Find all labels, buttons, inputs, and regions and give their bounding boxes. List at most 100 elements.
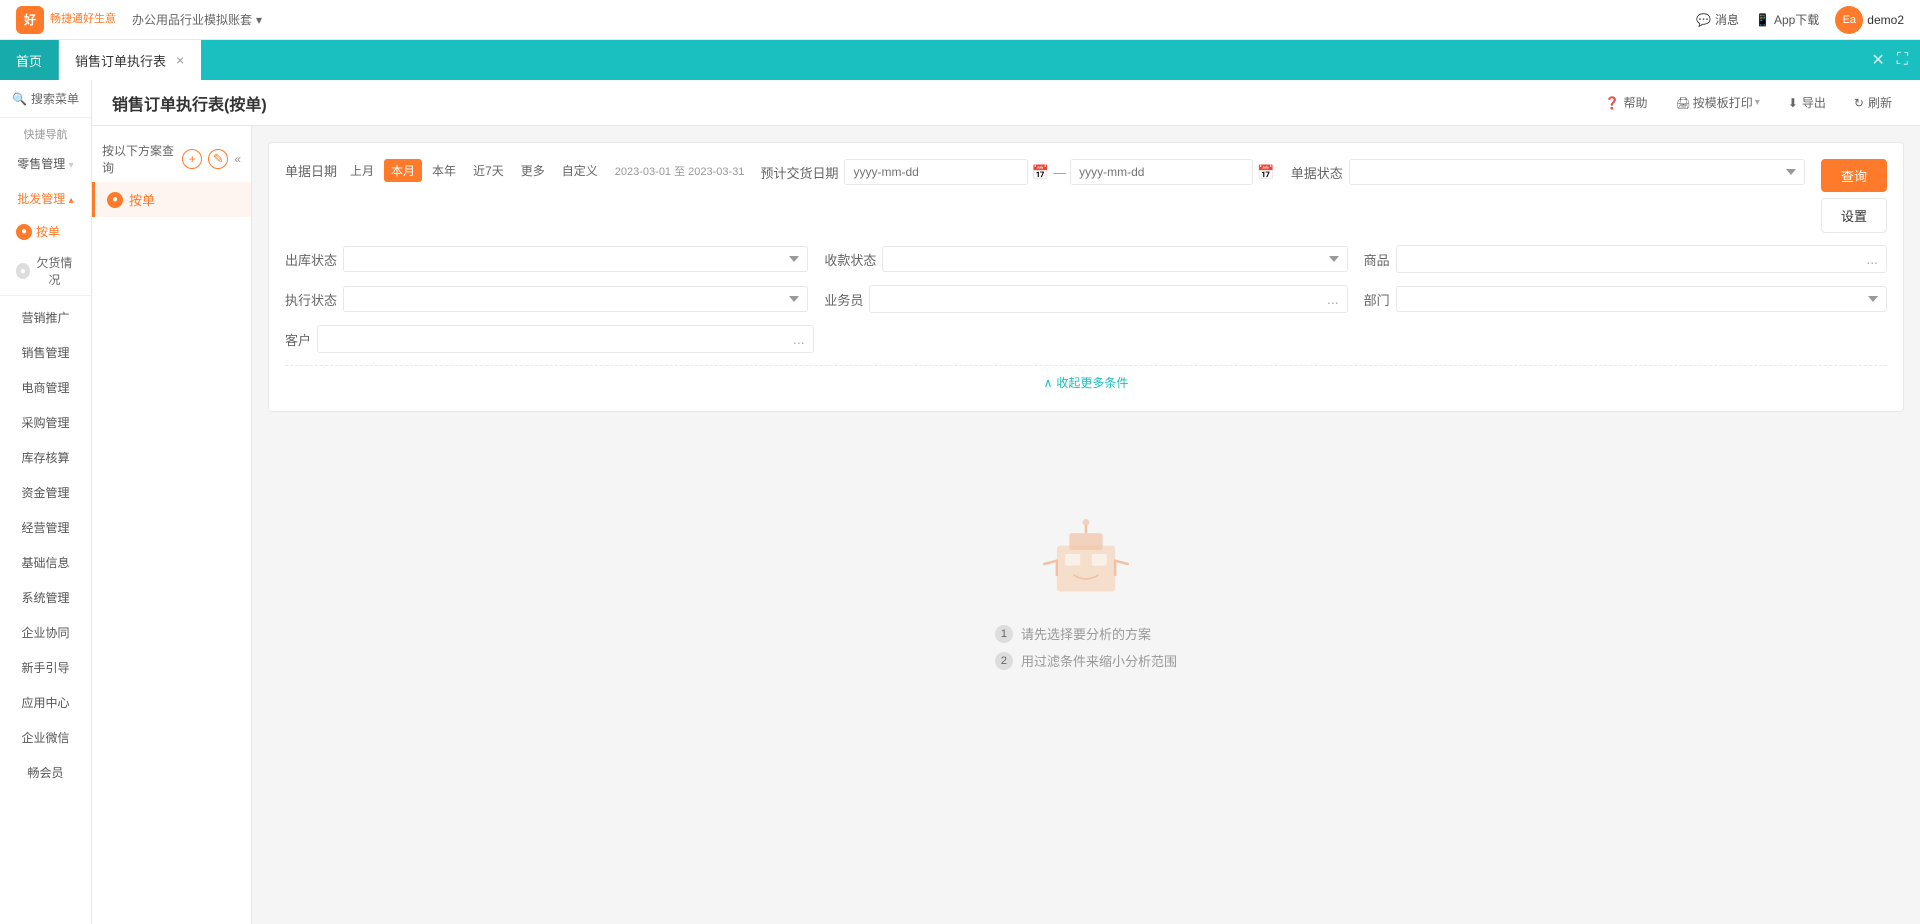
settings-button[interactable]: 设置 [1821,198,1887,233]
sidebar-sub-by-order[interactable]: ● 按单 [8,217,83,246]
refresh-label: 刷新 [1868,94,1892,111]
outbound-status-select[interactable]: 未出库 部分出库 全部出库 [343,246,808,272]
date-quick-this-year[interactable]: 本年 [425,159,463,182]
expected-date-end[interactable] [1070,159,1253,185]
sidebar-item-retail[interactable]: 零售管理 ▾ [4,147,87,180]
sidebar-item-newbie[interactable]: 新手引导 [4,651,87,684]
tab-expand-icon[interactable]: ⛶ [1897,51,1908,69]
filter-goods: 商品 ... [1364,245,1887,273]
sidebar-item-apps[interactable]: 应用中心 [4,686,87,719]
filter-salesperson: 业务员 ... [824,285,1347,313]
receipt-status-select[interactable]: 未收款 部分收款 全部收款 [882,246,1347,272]
breadcrumb-text: 办公用品行业模拟账套 [132,11,252,28]
expected-date-start[interactable] [844,159,1027,185]
sidebar-item-operations-label: 经营管理 [21,521,69,535]
filter-customer: 客户 ... [285,325,814,353]
tip-1-text: 请先选择要分析的方案 [1021,624,1151,643]
sidebar-item-ecommerce[interactable]: 电商管理 [4,371,87,404]
calendar-end-icon[interactable]: 📅 [1257,164,1274,181]
filter-receipt-status: 收款状态 未收款 部分收款 全部收款 [824,246,1347,272]
sidebar-item-purchase-label: 采购管理 [21,416,69,430]
sidebar-search[interactable]: 🔍 搜索菜单 [0,80,91,118]
sidebar: 🔍 搜索菜单 快捷导航 零售管理 ▾ 批发管理 ▴ ● 按单 ● 欠货情况 营销… [0,80,92,924]
logo-area: 好 畅捷通好生意 [16,6,116,34]
sidebar-item-wechat-label: 企业微信 [21,731,69,745]
topbar: 好 畅捷通好生意 办公用品行业模拟账套 ▾ 💬 消息 📱 App下载 Ea de… [0,0,1920,40]
date-quick-last-month[interactable]: 上月 [343,159,381,182]
filter-row-3: 执行状态 未执行 执行中 已完成 业务员 ... [285,285,1887,313]
date-quick-this-month[interactable]: 本月 [384,159,422,182]
date-quick-more[interactable]: 更多 [514,159,552,182]
sidebar-quick-nav[interactable]: 快捷导航 [0,118,91,146]
goods-picker[interactable]: ... [1396,245,1887,273]
tab-home-label: 首页 [16,51,42,70]
date-quick-7days[interactable]: 近7天 [466,159,511,182]
sidebar-item-basics[interactable]: 基础信息 [4,546,87,579]
tab-sales-exec[interactable]: 销售订单执行表 × [59,40,201,80]
breadcrumb-arrow-icon[interactable]: ▾ [256,13,262,27]
help-button[interactable]: ❓ 帮助 [1597,90,1656,115]
date-quick-buttons: 上月 本月 本年 近7天 更多 自定义 [343,159,605,182]
tabbar: 首页 销售订单执行表 × ✕ ⛶ [0,40,1920,80]
print-button[interactable]: 🖨 按模板打印 ▾ [1668,90,1768,115]
customer-label: 客户 [285,330,311,349]
sidebar-item-marketing[interactable]: 营销推广 [4,301,87,334]
collapse-bar: ∧ 收起更多条件 [285,365,1887,395]
help-label: 帮助 [1624,94,1648,111]
app-download-button[interactable]: 📱 App下载 [1755,11,1819,28]
sidebar-item-sales[interactable]: 销售管理 [4,336,87,369]
sidebar-item-wechat[interactable]: 企业微信 [4,721,87,754]
nav-label-text: 快捷导航 [24,126,68,142]
date-quick-custom[interactable]: 自定义 [555,159,605,182]
doc-status-select[interactable]: 待审核 审核通过 已作废 [1349,159,1805,185]
sidebar-item-apps-label: 应用中心 [21,696,69,710]
sidebar-item-sales-label: 销售管理 [21,346,69,360]
topbar-right: 💬 消息 📱 App下载 Ea demo2 [1696,6,1904,34]
left-panel-header: 按以下方案查询 + ✎ « [92,136,251,182]
logo-text: 畅捷通好生意 [50,13,116,26]
sidebar-item-marketing-label: 营销推广 [21,311,69,325]
tab-close-window-icon[interactable]: ✕ [1871,50,1884,70]
collapse-panel-button[interactable]: « [234,152,241,166]
sidebar-item-finance[interactable]: 资金管理 [4,476,87,509]
edit-scheme-button[interactable]: ✎ [208,149,228,169]
sidebar-item-basics-label: 基础信息 [21,556,69,570]
exec-status-select[interactable]: 未执行 执行中 已完成 [343,286,808,312]
tab-sales-exec-label: 销售订单执行表 [75,51,166,70]
tab-home[interactable]: 首页 [0,40,59,80]
query-button[interactable]: 查询 [1821,159,1887,192]
empty-state: 1 请先选择要分析的方案 2 用过滤条件来缩小分析范围 [268,424,1904,758]
scheme-item-by-order[interactable]: ● 按单 [92,182,251,217]
refresh-button[interactable]: ↻ 刷新 [1846,90,1900,115]
message-button[interactable]: 💬 消息 [1696,11,1739,28]
salesperson-picker[interactable]: ... [869,285,1347,313]
sidebar-item-member[interactable]: 畅会员 [4,756,87,789]
page-title: 销售订单执行表(按单) [112,91,267,115]
export-icon: ⬇ [1788,96,1798,110]
search-icon: 🔍 [12,92,27,106]
sidebar-item-wholesale-label: 批发管理 [17,192,65,206]
sidebar-item-system[interactable]: 系统管理 [4,581,87,614]
tab-close-icon[interactable]: × [176,52,184,68]
sidebar-item-enterprise[interactable]: 企业协同 [4,616,87,649]
add-scheme-button[interactable]: + [182,149,202,169]
refresh-icon: ↻ [1854,96,1864,110]
empty-tips-list: 1 请先选择要分析的方案 2 用过滤条件来缩小分析范围 [995,624,1177,678]
export-button[interactable]: ⬇ 导出 [1780,90,1834,115]
user-info[interactable]: Ea demo2 [1835,6,1904,34]
customer-picker[interactable]: ... [317,325,814,353]
empty-illustration [1036,504,1136,604]
sidebar-item-purchase[interactable]: 采购管理 [4,406,87,439]
page-actions: ❓ 帮助 🖨 按模板打印 ▾ ⬇ 导出 ↻ 刷新 [1597,90,1900,115]
calendar-start-icon[interactable]: 📅 [1032,164,1049,181]
sidebar-item-wholesale[interactable]: 批发管理 ▴ [4,182,87,215]
collapse-button[interactable]: ∧ 收起更多条件 [1044,374,1129,391]
sidebar-item-operations[interactable]: 经营管理 [4,511,87,544]
sidebar-sub-debt[interactable]: ● 欠货情况 [8,248,83,294]
app-download-label: App下载 [1774,11,1819,28]
sidebar-item-inventory[interactable]: 库存核算 [4,441,87,474]
department-select[interactable] [1396,286,1887,312]
filter-doc-date: 单据日期 上月 本月 本年 近7天 更多 自定义 2023-03-01 至 20… [285,159,744,182]
department-label: 部门 [1364,290,1390,309]
collapse-icon: ∧ [1044,376,1053,390]
